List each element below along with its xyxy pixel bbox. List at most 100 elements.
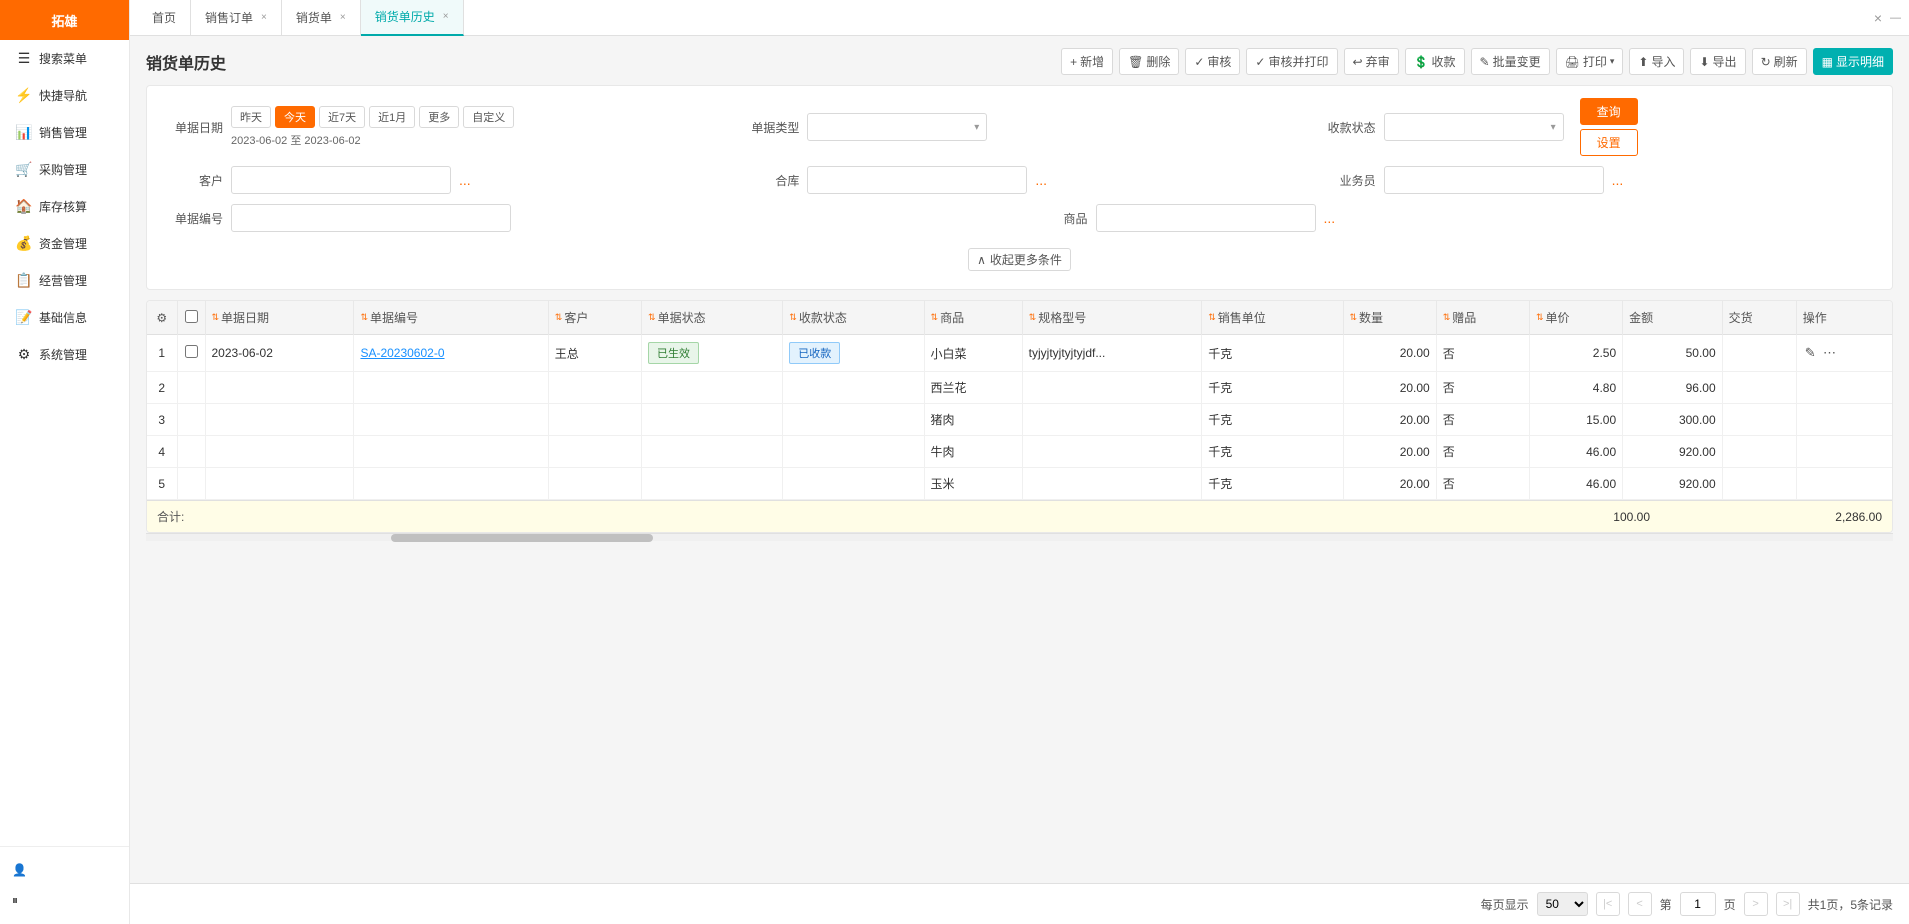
cell-checkbox[interactable]: [177, 404, 205, 436]
sidebar-user-btn[interactable]: 👤: [0, 855, 129, 885]
staff-dots[interactable]: ...: [1612, 172, 1624, 188]
th-spec[interactable]: ⇅ 规格型号: [1022, 301, 1202, 335]
th-unit-price[interactable]: ⇅ 单价: [1529, 301, 1622, 335]
sidebar-item-quick-nav[interactable]: ⚡ 快捷导航: [0, 77, 129, 114]
th-checkbox[interactable]: [177, 301, 205, 335]
th-transaction: 交货: [1722, 301, 1796, 335]
cell-doc-date: [205, 468, 354, 500]
row-checkbox[interactable]: [185, 345, 198, 358]
cell-qty: 20.00: [1343, 436, 1436, 468]
last-page-button[interactable]: >|: [1776, 892, 1800, 916]
export-button[interactable]: ⬇ 导出: [1690, 48, 1745, 75]
date-btn-1month[interactable]: 近1月: [369, 106, 415, 128]
tab-close-sales-order[interactable]: ×: [261, 12, 267, 23]
collect-button[interactable]: 💲 收款: [1405, 48, 1465, 75]
cell-doc-status: [642, 372, 783, 404]
sidebar-item-ops-mgmt[interactable]: 📋 经营管理: [0, 262, 129, 299]
cell-gift: 否: [1436, 372, 1529, 404]
review-print-button[interactable]: ✓ 审核并打印: [1246, 48, 1337, 75]
warehouse-dots[interactable]: ...: [1035, 172, 1047, 188]
tab-close-sales-history[interactable]: ×: [443, 11, 449, 22]
sidebar-item-sys-mgmt[interactable]: ⚙ 系统管理: [0, 336, 129, 373]
refresh-button[interactable]: ↻ 刷新: [1752, 48, 1807, 75]
doc-type-label: 单据类型: [739, 119, 799, 136]
window-minimize-icon[interactable]: —: [1890, 12, 1901, 24]
staff-input[interactable]: [1384, 166, 1604, 194]
tab-sales-history[interactable]: 销货单历史 ×: [361, 0, 464, 36]
sidebar-pause-btn[interactable]: ⏸: [0, 885, 129, 916]
batch-change-button[interactable]: ✎ 批量变更: [1471, 48, 1550, 75]
next-page-button[interactable]: >: [1744, 892, 1768, 916]
th-unit[interactable]: ⇅ 销售单位: [1202, 301, 1343, 335]
query-button[interactable]: 查询: [1580, 98, 1638, 125]
sidebar-item-search-menu[interactable]: ☰ 搜索菜单: [0, 40, 129, 77]
date-btn-more[interactable]: 更多: [419, 106, 459, 128]
sidebar-item-purchase-mgmt[interactable]: 🛒 采购管理: [0, 151, 129, 188]
show-detail-button[interactable]: ▦ 显示明细: [1813, 48, 1893, 75]
select-all-checkbox[interactable]: [185, 310, 198, 323]
cell-payment-status: [783, 372, 924, 404]
th-payment-status[interactable]: ⇅ 收款状态: [783, 301, 924, 335]
cell-checkbox[interactable]: [177, 468, 205, 500]
refresh-icon: ↻: [1761, 55, 1771, 69]
sys-mgmt-icon: ⚙: [15, 346, 33, 363]
th-doc-date[interactable]: ⇅ 单据日期: [205, 301, 354, 335]
cell-checkbox[interactable]: [177, 335, 205, 372]
cell-doc-no: [354, 436, 548, 468]
doc-no-input[interactable]: [231, 204, 511, 232]
add-button[interactable]: + 新增: [1061, 48, 1113, 75]
payment-status-select[interactable]: [1384, 113, 1564, 141]
sidebar-item-sales-mgmt[interactable]: 📊 销售管理: [0, 114, 129, 151]
th-goods[interactable]: ⇅ 商品: [924, 301, 1022, 335]
th-gift[interactable]: ⇅ 赠品: [1436, 301, 1529, 335]
abandon-button[interactable]: ↩ 弃审: [1344, 48, 1399, 75]
prev-page-button[interactable]: <: [1628, 892, 1652, 916]
review-button[interactable]: ✓ 审核: [1185, 48, 1240, 75]
cell-doc-no[interactable]: SA-20230602-0: [354, 335, 548, 372]
th-customer[interactable]: ⇅ 客户: [548, 301, 641, 335]
table-scrollbar[interactable]: [146, 533, 1893, 541]
doc-type-select[interactable]: [807, 113, 987, 141]
collapse-button[interactable]: ∧ 收起更多条件: [968, 248, 1071, 271]
more-action-icon[interactable]: ⋯: [1823, 345, 1836, 360]
cell-transaction: [1722, 468, 1796, 500]
customer-dots[interactable]: ...: [459, 172, 471, 188]
cell-doc-no: [354, 468, 548, 500]
sidebar-item-finance-mgmt[interactable]: 💰 资金管理: [0, 225, 129, 262]
per-page-select[interactable]: 50 20 100: [1537, 892, 1588, 916]
th-qty[interactable]: ⇅ 数量: [1343, 301, 1436, 335]
tab-sales-order[interactable]: 销售订单 ×: [191, 0, 282, 36]
th-settings[interactable]: ⚙: [147, 301, 177, 335]
th-doc-status[interactable]: ⇅ 单据状态: [642, 301, 783, 335]
customer-input[interactable]: [231, 166, 451, 194]
first-page-button[interactable]: |<: [1596, 892, 1620, 916]
goods-input[interactable]: [1096, 204, 1316, 232]
tab-sales-goods[interactable]: 销货单 ×: [282, 0, 361, 36]
cell-checkbox[interactable]: [177, 372, 205, 404]
warehouse-input[interactable]: [807, 166, 1027, 194]
date-btn-today[interactable]: 今天: [275, 106, 315, 128]
tab-home[interactable]: 首页: [138, 0, 191, 36]
date-btn-yesterday[interactable]: 昨天: [231, 106, 271, 128]
window-close-icon[interactable]: ×: [1874, 10, 1882, 26]
print-button[interactable]: 🖨 打印 ▾: [1556, 48, 1624, 75]
cell-amount: 50.00: [1623, 335, 1723, 372]
page-number-input[interactable]: [1680, 892, 1716, 916]
settings-button[interactable]: 设置: [1580, 129, 1638, 156]
goods-dots[interactable]: ...: [1324, 210, 1336, 226]
edit-icon[interactable]: ✎: [1805, 345, 1816, 360]
th-doc-no[interactable]: ⇅ 单据编号: [354, 301, 548, 335]
delete-button[interactable]: 🗑 删除: [1119, 48, 1179, 75]
print-icon: 🖨: [1565, 55, 1580, 69]
date-btn-custom[interactable]: 自定义: [463, 106, 514, 128]
cell-doc-no: [354, 372, 548, 404]
cell-checkbox[interactable]: [177, 436, 205, 468]
date-btn-7days[interactable]: 近7天: [319, 106, 365, 128]
sidebar-item-basic-info[interactable]: 📝 基础信息: [0, 299, 129, 336]
import-button[interactable]: ⬆ 导入: [1629, 48, 1684, 75]
tab-close-sales-goods[interactable]: ×: [340, 12, 346, 23]
sidebar-item-label: 系统管理: [39, 346, 87, 363]
scrollbar-thumb[interactable]: [391, 534, 653, 542]
cell-customer: 王总: [548, 335, 641, 372]
sidebar-item-inventory[interactable]: 🏠 库存核算: [0, 188, 129, 225]
